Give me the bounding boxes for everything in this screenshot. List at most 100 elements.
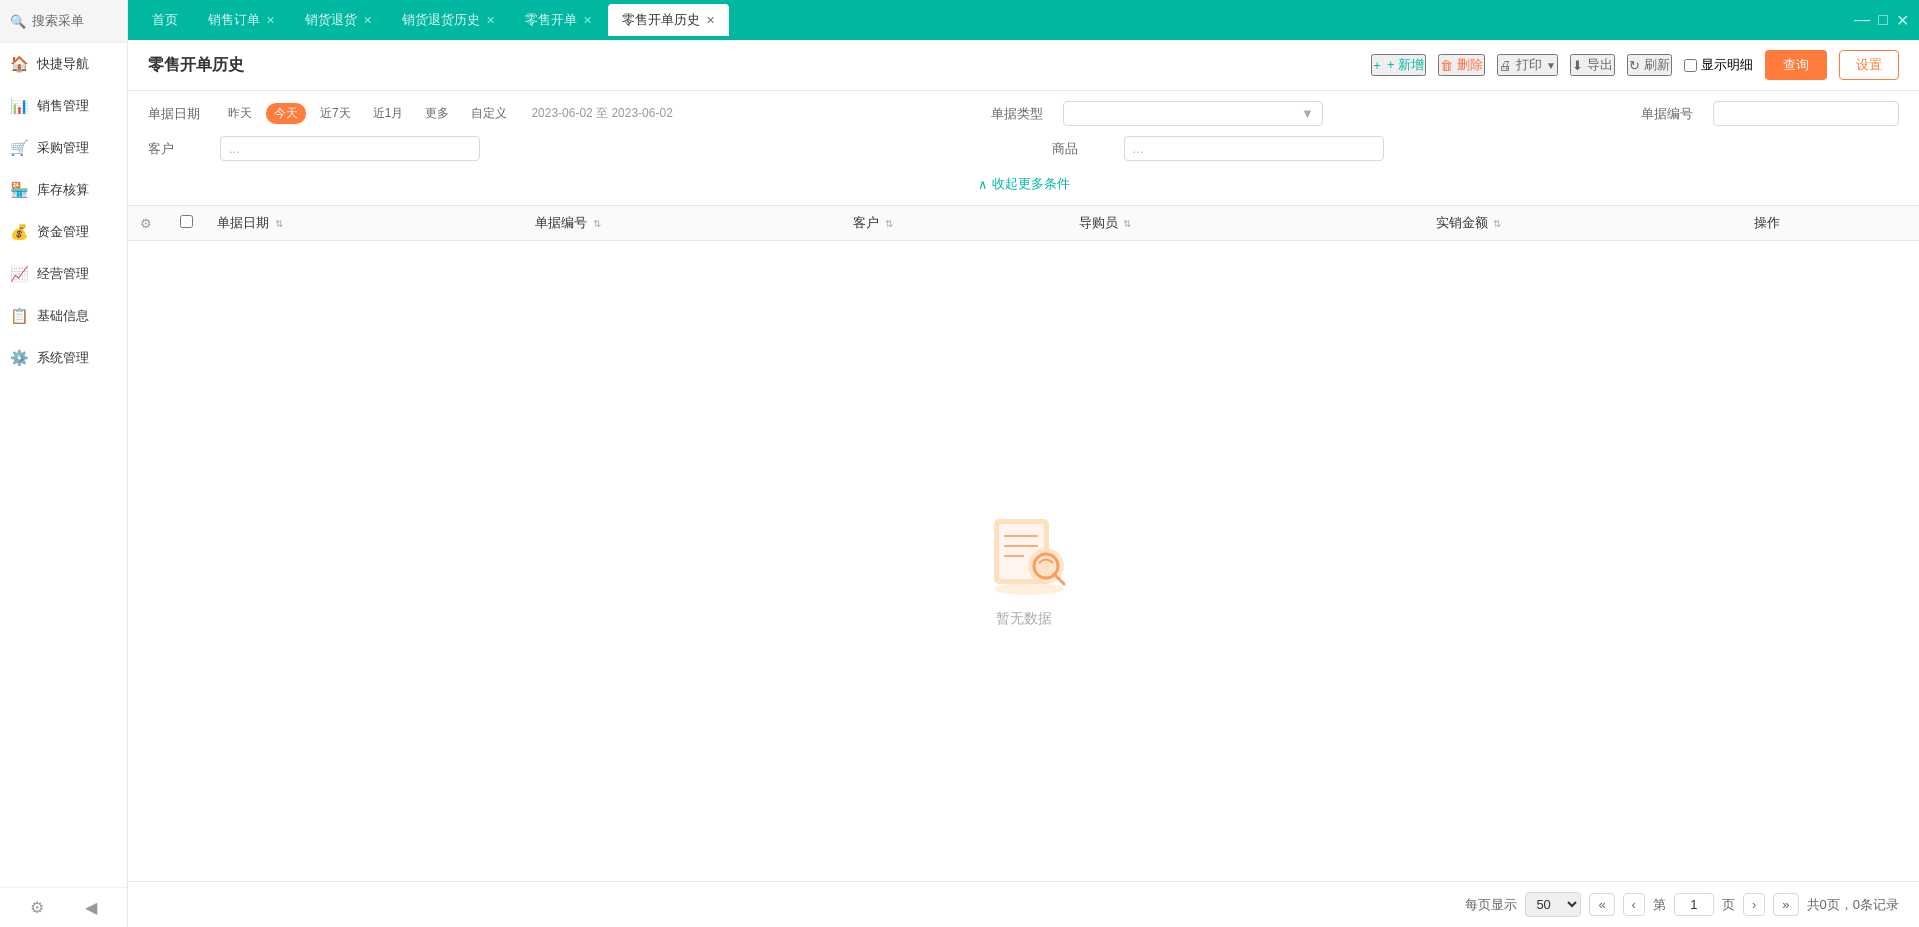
display-detail-checkbox[interactable] — [1684, 59, 1697, 72]
tab-bar: 首页 销售订单 ✕ 销货退货 ✕ 销货退货历史 ✕ 零售开单 ✕ 零售开单历史 … — [128, 0, 1919, 40]
date-btn-1month[interactable]: 近1月 — [365, 103, 412, 124]
sidebar-item-inventory[interactable]: 🏪 库存核算 — [0, 169, 127, 211]
next-page-button[interactable]: › — [1743, 893, 1765, 916]
sidebar-item-finance[interactable]: 💰 资金管理 — [0, 211, 127, 253]
display-detail-toggle[interactable]: 显示明细 — [1684, 56, 1753, 74]
query-button[interactable]: 查询 — [1765, 50, 1827, 80]
refresh-icon: ↻ — [1629, 58, 1640, 73]
maximize-button[interactable]: □ — [1878, 11, 1888, 29]
pagination: 每页显示 20 50 100 « ‹ 第 页 › » 共0页，0条记录 — [128, 881, 1919, 927]
close-button[interactable]: ✕ — [1896, 11, 1909, 30]
print-arrow-icon: ▼ — [1546, 60, 1556, 71]
customer-select[interactable]: ... — [220, 136, 480, 161]
date-btn-today[interactable]: 今天 — [266, 103, 306, 124]
empty-state: 暂无数据 — [128, 241, 1919, 881]
goods-filter-label: 商品 — [1052, 140, 1108, 158]
doc-type-arrow-icon: ▼ — [1301, 106, 1314, 121]
table-col-no[interactable]: 单据编号 ⇅ — [523, 206, 841, 241]
sort-icon-date: ⇅ — [275, 218, 283, 229]
collapse-sidebar-button[interactable]: ◀ — [85, 898, 97, 917]
collapse-arrow-icon: ∧ — [978, 177, 988, 192]
sidebar-item-label: 基础信息 — [37, 307, 89, 325]
export-button[interactable]: ⬇ 导出 — [1570, 54, 1615, 76]
date-btn-7days[interactable]: 近7天 — [312, 103, 359, 124]
page-header: 零售开单历史 + + 新增 🗑 删除 🖨 打印 ▼ ⬇ 导出 — [128, 40, 1919, 91]
page-label-after: 页 — [1722, 896, 1735, 914]
goods-select[interactable]: ... — [1124, 136, 1384, 161]
doc-no-input[interactable] — [1713, 101, 1899, 126]
sidebar-item-purchase-mgmt[interactable]: 🛒 采购管理 — [0, 127, 127, 169]
table-col-salesperson[interactable]: 导购员 ⇅ — [1067, 206, 1339, 241]
sidebar-item-label: 快捷导航 — [37, 55, 89, 73]
prev-page-button[interactable]: ‹ — [1623, 893, 1645, 916]
sort-icon-amount: ⇅ — [1493, 218, 1501, 229]
print-button[interactable]: 🖨 打印 ▼ — [1497, 54, 1558, 76]
table-header-gear: ⚙ — [128, 206, 168, 241]
date-btn-more[interactable]: 更多 — [417, 103, 457, 124]
sidebar-item-operations[interactable]: 📈 经营管理 — [0, 253, 127, 295]
tab-sales-order[interactable]: 销售订单 ✕ — [194, 4, 289, 36]
tab-retail-history-close[interactable]: ✕ — [706, 14, 715, 27]
collapse-label: 收起更多条件 — [992, 175, 1070, 193]
minimize-button[interactable]: — — [1854, 11, 1870, 29]
sidebar-item-quick-nav[interactable]: 🏠 快捷导航 — [0, 43, 127, 85]
settings-footer-button[interactable]: ⚙ — [30, 898, 44, 917]
col-salesperson-label: 导购员 — [1079, 215, 1118, 230]
tab-home[interactable]: 首页 — [138, 4, 192, 36]
page-number-input[interactable] — [1674, 893, 1714, 916]
refresh-button[interactable]: ↻ 刷新 — [1627, 54, 1672, 76]
sidebar-search[interactable]: 🔍 搜索采单 — [0, 0, 127, 43]
date-btn-custom[interactable]: 自定义 — [463, 103, 515, 124]
tab-home-label: 首页 — [152, 11, 178, 29]
tab-sales-return-history-close[interactable]: ✕ — [486, 14, 495, 27]
tab-retail-history-label: 零售开单历史 — [622, 11, 700, 29]
tab-sales-return-history[interactable]: 销货退货历史 ✕ — [388, 4, 509, 36]
collapse-filter-button[interactable]: ∧ 收起更多条件 — [148, 171, 1899, 197]
main-area: 首页 销售订单 ✕ 销货退货 ✕ 销货退货历史 ✕ 零售开单 ✕ 零售开单历史 … — [128, 0, 1919, 927]
system-icon: ⚙️ — [10, 349, 29, 367]
sidebar-footer: ⚙ ◀ — [0, 887, 127, 927]
customer-dots: ... — [229, 141, 471, 156]
last-page-button[interactable]: » — [1773, 893, 1798, 916]
home-icon: 🏠 — [10, 55, 29, 73]
table-header-checkbox — [168, 206, 205, 241]
filter-area: 单据日期 昨天 今天 近7天 近1月 更多 自定义 2023-06-02 至 2… — [128, 91, 1919, 206]
first-page-button[interactable]: « — [1589, 893, 1614, 916]
sidebar-item-label: 经营管理 — [37, 265, 89, 283]
filter-row-2: 客户 ... 商品 ... — [148, 136, 1899, 161]
tab-sales-order-close[interactable]: ✕ — [266, 14, 275, 27]
sidebar-item-label: 资金管理 — [37, 223, 89, 241]
table-col-date[interactable]: 单据日期 ⇅ — [205, 206, 523, 241]
tab-retail-history[interactable]: 零售开单历史 ✕ — [608, 4, 729, 36]
sidebar-item-sales-mgmt[interactable]: 📊 销售管理 — [0, 85, 127, 127]
delete-button[interactable]: 🗑 删除 — [1438, 54, 1485, 76]
print-icon: 🖨 — [1499, 58, 1512, 73]
table-header-row: ⚙ 单据日期 ⇅ 单据编号 ⇅ — [128, 206, 1919, 241]
table-col-spacer — [1338, 206, 1423, 241]
tab-retail-open-close[interactable]: ✕ — [583, 14, 592, 27]
col-customer-label: 客户 — [853, 215, 879, 230]
add-button[interactable]: + + 新增 — [1371, 54, 1426, 76]
select-all-checkbox[interactable] — [180, 215, 193, 228]
sidebar-item-basics[interactable]: 📋 基础信息 — [0, 295, 127, 337]
date-btn-yesterday[interactable]: 昨天 — [220, 103, 260, 124]
page-size-select[interactable]: 20 50 100 — [1525, 892, 1581, 917]
page-title: 零售开单历史 — [148, 55, 244, 76]
goods-dots: ... — [1133, 141, 1375, 156]
tab-sales-return[interactable]: 销货退货 ✕ — [291, 4, 386, 36]
doc-no-label: 单据编号 — [1641, 105, 1697, 123]
table-col-amount[interactable]: 实销金额 ⇅ — [1424, 206, 1742, 241]
inventory-icon: 🏪 — [10, 181, 29, 199]
sidebar-item-label: 采购管理 — [37, 139, 89, 157]
sidebar-item-label: 销售管理 — [37, 97, 89, 115]
settings-button[interactable]: 设置 — [1839, 50, 1899, 80]
sidebar-item-label: 库存核算 — [37, 181, 89, 199]
doc-type-select[interactable]: ▼ — [1063, 101, 1323, 126]
tab-sales-return-close[interactable]: ✕ — [363, 14, 372, 27]
tab-sales-return-history-label: 销货退货历史 — [402, 11, 480, 29]
gear-icon[interactable]: ⚙ — [140, 216, 152, 231]
tab-retail-open[interactable]: 零售开单 ✕ — [511, 4, 606, 36]
table-col-customer[interactable]: 客户 ⇅ — [841, 206, 1067, 241]
svg-point-0 — [994, 583, 1064, 595]
sidebar-item-system[interactable]: ⚙️ 系统管理 — [0, 337, 127, 379]
